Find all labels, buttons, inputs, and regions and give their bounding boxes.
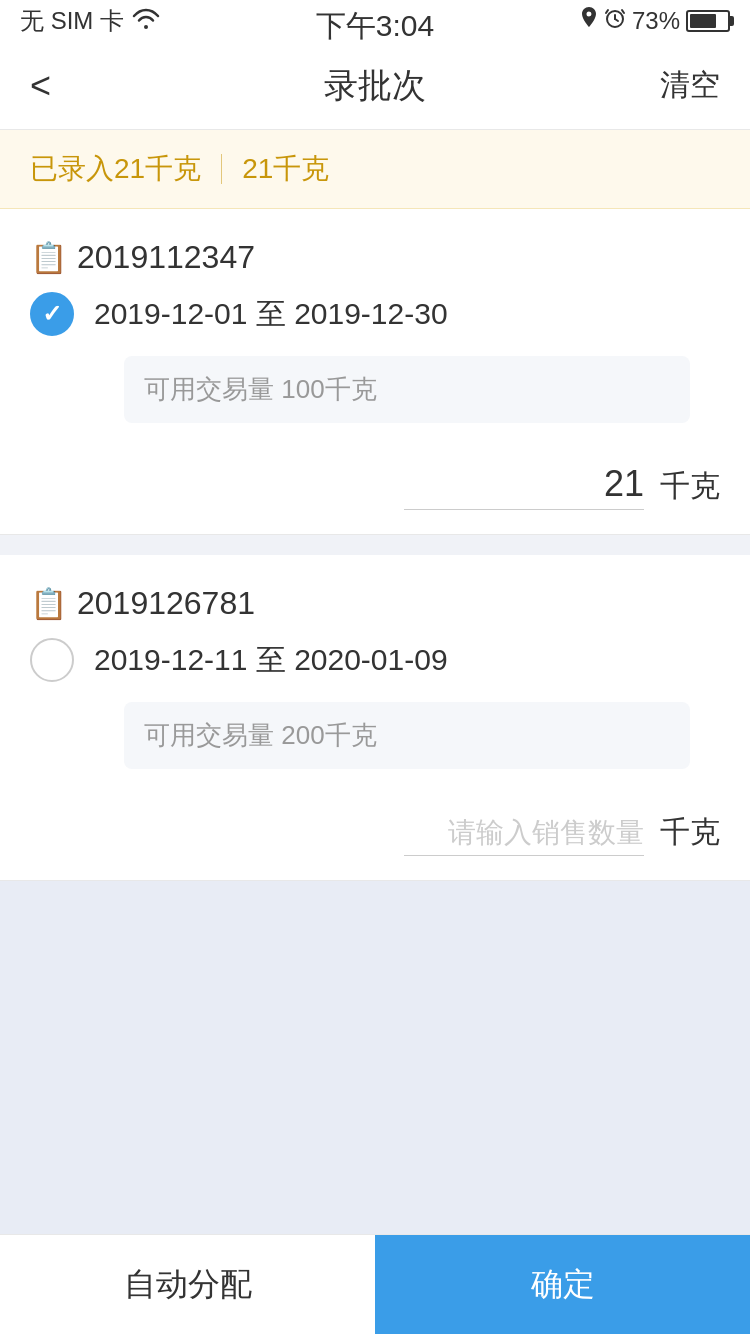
batch-1-unit: 千克 xyxy=(660,466,720,507)
recorded-label: 已录入21千克 xyxy=(30,150,201,188)
status-bar: 无 SIM 卡 下午3:04 73% xyxy=(0,0,750,42)
batch-2-row: 2019-12-11 至 2020-01-09 xyxy=(30,638,720,682)
info-amount: 21千克 xyxy=(242,150,329,188)
batch-2-qty-input[interactable] xyxy=(444,809,644,851)
status-left: 无 SIM 卡 xyxy=(20,5,160,37)
confirm-button[interactable]: 确定 xyxy=(375,1235,750,1334)
info-divider xyxy=(221,154,222,184)
batch-2-header: 📋 2019126781 xyxy=(30,585,720,622)
battery-text: 73% xyxy=(632,7,680,35)
batch-1-available: 可用交易量 100千克 xyxy=(124,356,690,423)
batch-2-available: 可用交易量 200千克 xyxy=(124,702,690,769)
location-icon xyxy=(580,7,598,35)
info-banner: 已录入21千克 21千克 xyxy=(0,130,750,209)
nav-bar: < 录批次 清空 xyxy=(0,42,750,130)
back-button[interactable]: < xyxy=(30,65,90,107)
carrier-text: 无 SIM 卡 xyxy=(20,5,124,37)
svg-line-2 xyxy=(615,19,618,21)
batch-2-id: 2019126781 xyxy=(77,585,255,622)
batch-1-row: 2019-12-01 至 2019-12-30 xyxy=(30,292,720,336)
batch-1-dates: 2019-12-01 至 2019-12-30 xyxy=(94,294,448,335)
batch-1-card: 📋 2019112347 2019-12-01 至 2019-12-30 可用交… xyxy=(0,209,750,535)
batch-1-header: 📋 2019112347 xyxy=(30,239,720,276)
batch-2-unit: 千克 xyxy=(660,812,720,853)
wifi-icon xyxy=(132,7,160,35)
auto-distribute-button[interactable]: 自动分配 xyxy=(0,1235,375,1334)
batch-1-radio[interactable] xyxy=(30,292,74,336)
batch-1-qty-row: 千克 xyxy=(0,447,750,535)
bottom-bar: 自动分配 确定 xyxy=(0,1234,750,1334)
clear-button[interactable]: 清空 xyxy=(660,65,720,106)
batch-2-item: 📋 2019126781 2019-12-11 至 2020-01-09 可用交… xyxy=(0,555,750,769)
status-time: 下午3:04 xyxy=(316,6,434,47)
batch-2-icon: 📋 xyxy=(30,586,67,621)
batch-1-icon: 📋 xyxy=(30,240,67,275)
batch-2-dates: 2019-12-11 至 2020-01-09 xyxy=(94,640,448,681)
batch-1-id: 2019112347 xyxy=(77,239,255,276)
alarm-icon xyxy=(604,7,626,35)
batch-2-radio[interactable] xyxy=(30,638,74,682)
batch-1-qty-input[interactable] xyxy=(444,463,644,505)
status-right: 73% xyxy=(580,7,730,35)
page-title: 录批次 xyxy=(324,63,426,109)
batch-1-item: 📋 2019112347 2019-12-01 至 2019-12-30 可用交… xyxy=(0,209,750,423)
battery-icon xyxy=(686,10,730,32)
batch-1-underline xyxy=(404,463,644,510)
batch-2-qty-row: 千克 xyxy=(0,793,750,881)
batch-2-card: 📋 2019126781 2019-12-11 至 2020-01-09 可用交… xyxy=(0,555,750,881)
section-gap-1 xyxy=(0,535,750,555)
batch-2-underline xyxy=(404,809,644,856)
